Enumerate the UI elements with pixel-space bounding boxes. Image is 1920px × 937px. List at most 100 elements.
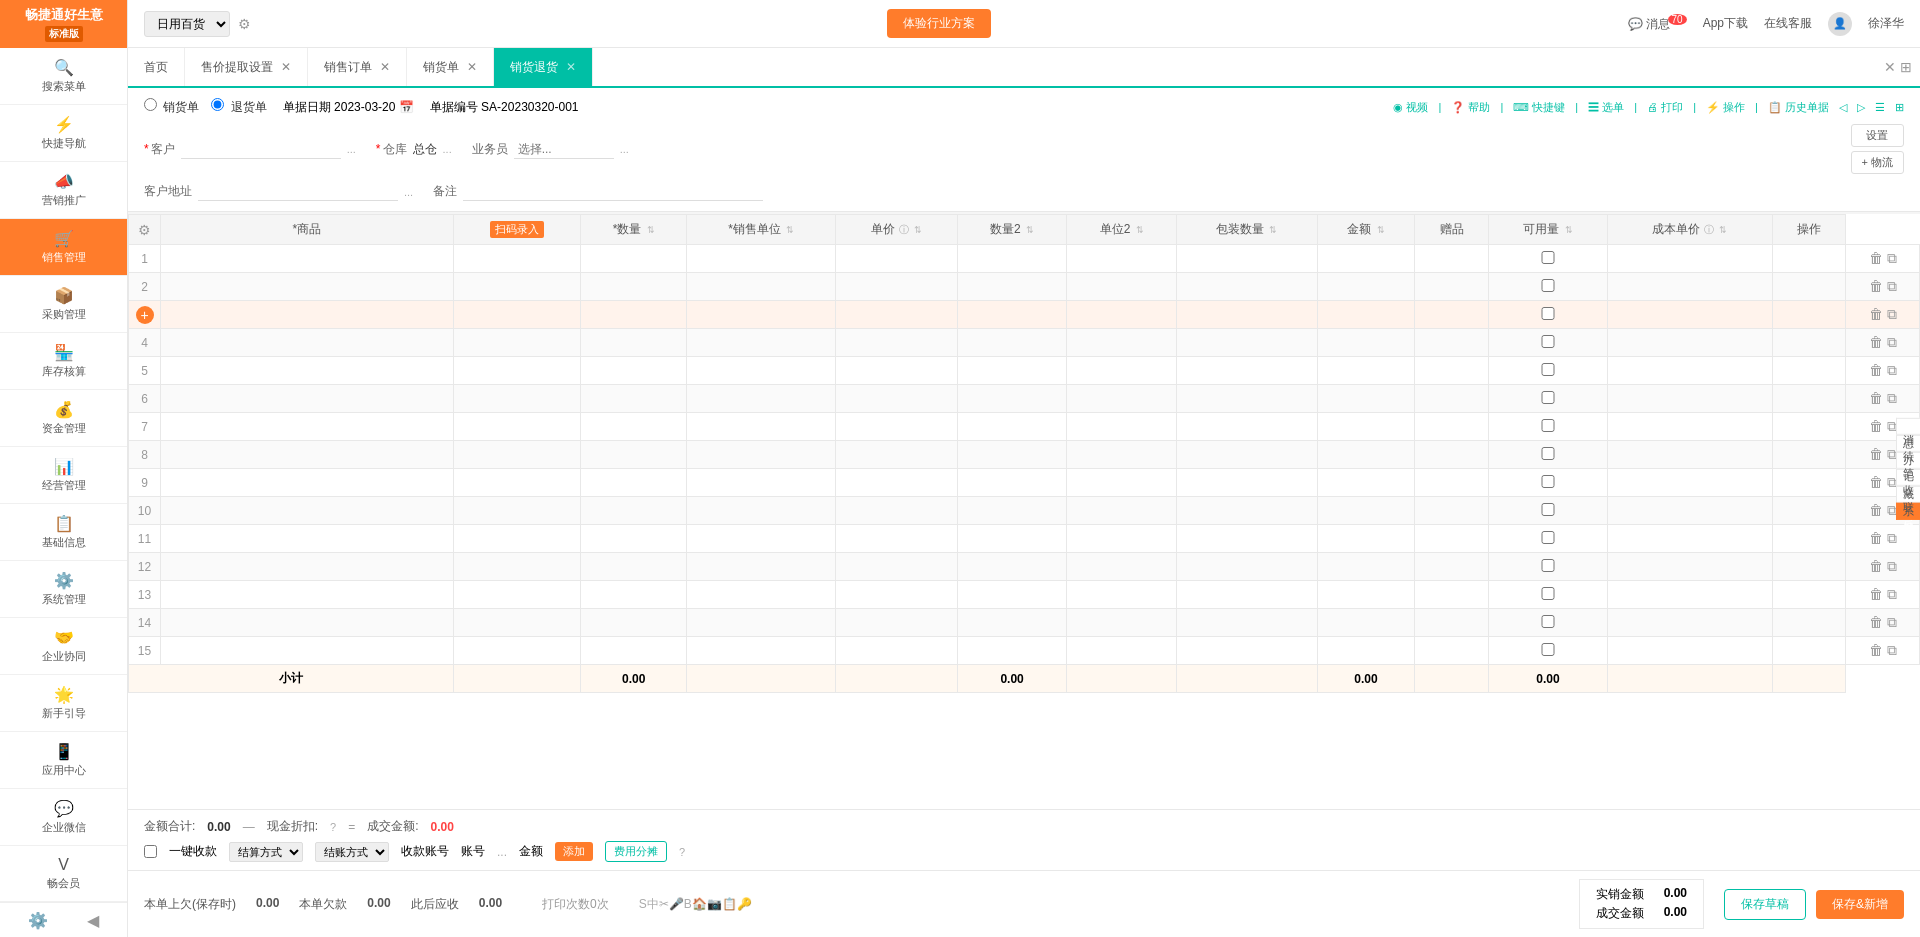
cell-5-5[interactable]	[1067, 357, 1177, 385]
cell-8-1[interactable]	[581, 441, 687, 469]
copy-icon-1[interactable]: ⧉	[1887, 250, 1897, 267]
toolbar-shortcut-link[interactable]: ⌨ 快捷键	[1513, 100, 1565, 115]
message-icon[interactable]: 💬 消息 70	[1628, 14, 1687, 33]
cell-3-5[interactable]	[1067, 301, 1177, 329]
copy-icon-15[interactable]: ⧉	[1887, 642, 1897, 659]
delete-icon-15[interactable]: 🗑	[1869, 642, 1883, 659]
delete-icon-5[interactable]: 🗑	[1869, 362, 1883, 379]
product-input-2[interactable]	[167, 280, 447, 294]
copy-icon-3[interactable]: ⧉	[1887, 306, 1897, 323]
product-input-10[interactable]	[167, 504, 447, 518]
cell-13-5[interactable]	[1067, 581, 1177, 609]
product-cell-5[interactable]	[161, 357, 454, 385]
product-cell-7[interactable]	[161, 413, 454, 441]
product-cell-15[interactable]	[161, 637, 454, 665]
gift-check-8[interactable]	[1495, 447, 1601, 460]
setup-button[interactable]: 设置	[1851, 124, 1904, 147]
cell-2-5[interactable]	[1067, 273, 1177, 301]
gift-cell-11[interactable]	[1488, 525, 1607, 553]
cell-11-7[interactable]	[1317, 525, 1415, 553]
cell-10-3[interactable]	[836, 497, 958, 525]
gift-check-10[interactable]	[1495, 503, 1601, 516]
tab-close[interactable]: ✕	[566, 60, 576, 74]
warehouse-more[interactable]: ...	[443, 143, 452, 155]
cell-10-7[interactable]	[1317, 497, 1415, 525]
cell-7-8[interactable]	[1415, 413, 1489, 441]
gift-cell-6[interactable]	[1488, 385, 1607, 413]
cell-14-7[interactable]	[1317, 609, 1415, 637]
cell-11-2[interactable]	[687, 525, 836, 553]
cell-5-7[interactable]	[1317, 357, 1415, 385]
cell-3-6[interactable]	[1176, 301, 1317, 329]
cell-7-4[interactable]	[957, 413, 1067, 441]
float-btn-float5[interactable]: 联 系	[1896, 486, 1920, 503]
cell-14-6[interactable]	[1176, 609, 1317, 637]
product-cell-14[interactable]	[161, 609, 454, 637]
sidebar-item-enterprise[interactable]: 🤝企业协同	[0, 618, 127, 675]
radio-return[interactable]	[211, 98, 224, 111]
copy-icon-6[interactable]: ⧉	[1887, 390, 1897, 407]
sidebar-item-basic[interactable]: 📋基础信息	[0, 504, 127, 561]
delete-icon-11[interactable]: 🗑	[1869, 530, 1883, 547]
toolbar-list-icon[interactable]: ☰	[1875, 101, 1885, 114]
cell-9-7[interactable]	[1317, 469, 1415, 497]
address-more[interactable]: ...	[404, 186, 413, 198]
staff-input[interactable]	[514, 140, 614, 159]
cell-3-7[interactable]	[1317, 301, 1415, 329]
cell-1-6[interactable]	[1176, 245, 1317, 273]
delete-icon-8[interactable]: 🗑	[1869, 446, 1883, 463]
scan-button[interactable]: 扫码录入	[490, 221, 544, 238]
product-cell-13[interactable]	[161, 581, 454, 609]
cell-11-5[interactable]	[1067, 525, 1177, 553]
sidebar-item-shortcut[interactable]: ⚡快捷导航	[0, 105, 127, 162]
copy-icon-11[interactable]: ⧉	[1887, 530, 1897, 547]
cell-10-2[interactable]	[687, 497, 836, 525]
customer-more[interactable]: ...	[347, 143, 356, 155]
cell-2-7[interactable]	[1317, 273, 1415, 301]
copy-icon-13[interactable]: ⧉	[1887, 586, 1897, 603]
cell-5-4[interactable]	[957, 357, 1067, 385]
cell-10-1[interactable]	[581, 497, 687, 525]
product-cell-11[interactable]	[161, 525, 454, 553]
cell-10-6[interactable]	[1176, 497, 1317, 525]
cell-4-4[interactable]	[957, 329, 1067, 357]
save-new-button[interactable]: 保存&新增	[1816, 890, 1904, 919]
gift-check-12[interactable]	[1495, 559, 1601, 572]
date-picker-icon[interactable]: 📅	[399, 100, 414, 114]
cell-2-1[interactable]	[581, 273, 687, 301]
cell-15-0[interactable]	[453, 637, 581, 665]
cell-7-3[interactable]	[836, 413, 958, 441]
toolbar-grid-icon[interactable]: ⊞	[1895, 101, 1904, 114]
cell-15-5[interactable]	[1067, 637, 1177, 665]
cell-14-2[interactable]	[687, 609, 836, 637]
cell-6-4[interactable]	[957, 385, 1067, 413]
cell-10-4[interactable]	[957, 497, 1067, 525]
cell-8-5[interactable]	[1067, 441, 1177, 469]
gift-check-2[interactable]	[1495, 279, 1601, 292]
cell-3-3[interactable]	[836, 301, 958, 329]
product-input-6[interactable]	[167, 392, 447, 406]
gift-check-4[interactable]	[1495, 335, 1601, 348]
cell-15-6[interactable]	[1176, 637, 1317, 665]
sidebar-item-wechat[interactable]: 💬企业微信	[0, 789, 127, 846]
cell-5-3[interactable]	[836, 357, 958, 385]
cell-1-7[interactable]	[1317, 245, 1415, 273]
copy-icon-12[interactable]: ⧉	[1887, 558, 1897, 575]
toolbar-print-link[interactable]: 🖨 打印	[1647, 100, 1683, 115]
toolbar-operation-link[interactable]: ⚡ 操作	[1706, 100, 1745, 115]
cell-13-0[interactable]	[453, 581, 581, 609]
cell-6-8[interactable]	[1415, 385, 1489, 413]
product-cell-2[interactable]	[161, 273, 454, 301]
product-input-12[interactable]	[167, 560, 447, 574]
gift-cell-7[interactable]	[1488, 413, 1607, 441]
delete-icon-12[interactable]: 🗑	[1869, 558, 1883, 575]
cell-5-8[interactable]	[1415, 357, 1489, 385]
cell-9-4[interactable]	[957, 469, 1067, 497]
cell-11-6[interactable]	[1176, 525, 1317, 553]
copy-icon-4[interactable]: ⧉	[1887, 334, 1897, 351]
cell-9-2[interactable]	[687, 469, 836, 497]
one-click-pay-check[interactable]	[144, 845, 157, 858]
cell-8-2[interactable]	[687, 441, 836, 469]
product-cell-6[interactable]	[161, 385, 454, 413]
staff-more[interactable]: ...	[620, 143, 629, 155]
